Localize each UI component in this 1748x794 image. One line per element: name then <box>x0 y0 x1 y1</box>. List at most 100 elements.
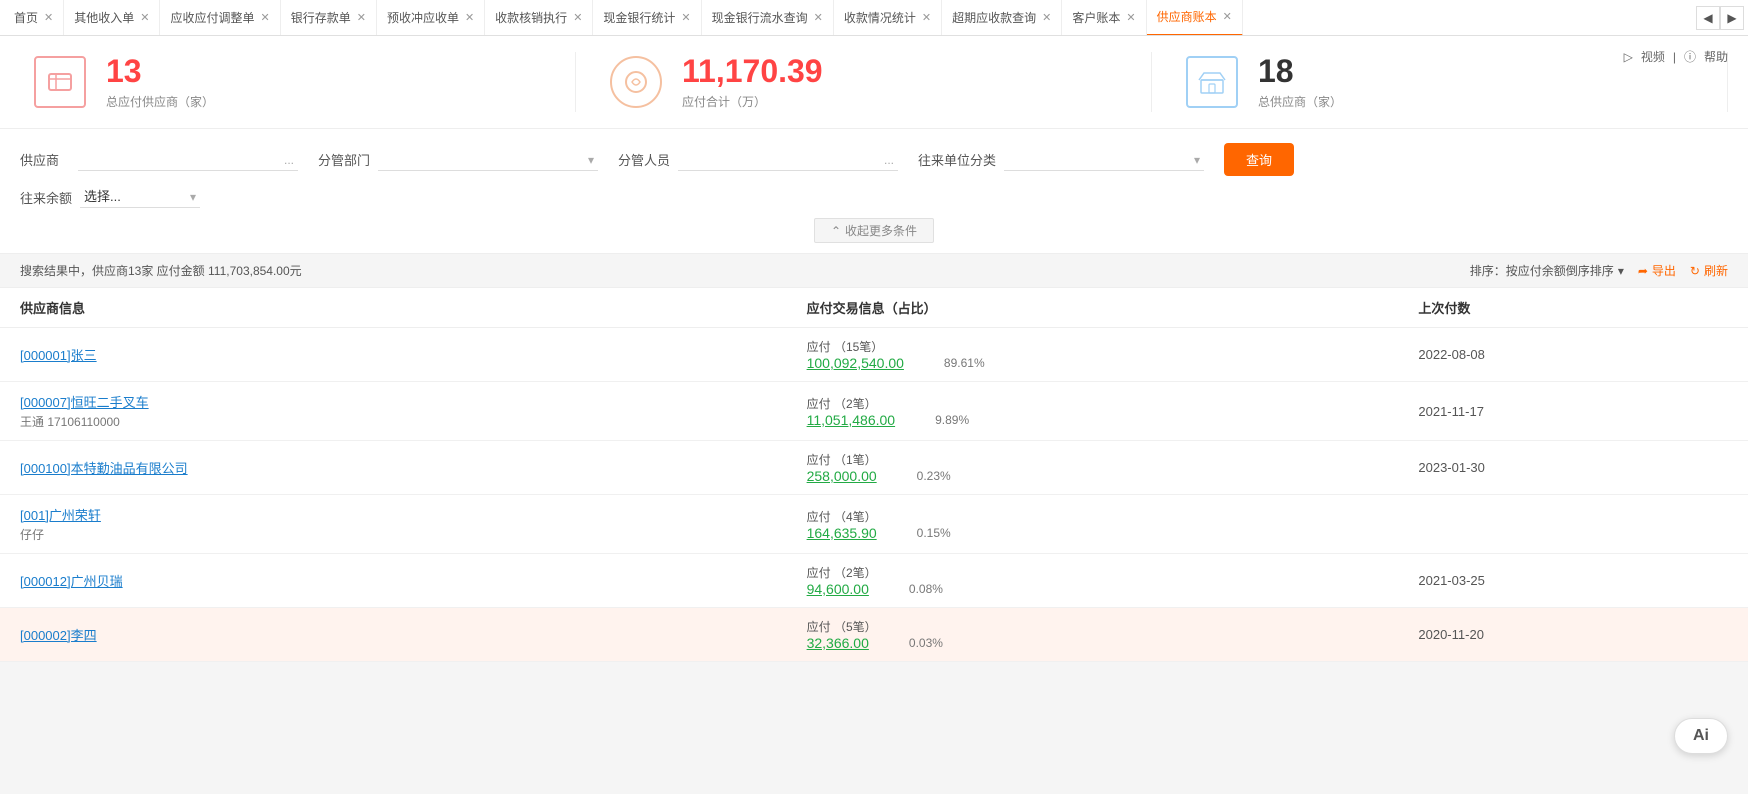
nav-tab-home-label: 首页 <box>14 9 38 26</box>
pct-1: 9.89% <box>915 413 969 427</box>
ai-button[interactable]: Ai <box>1674 718 1728 754</box>
refresh-label: 刷新 <box>1704 262 1728 279</box>
summary-icon-payable-suppliers <box>30 52 90 112</box>
nav-tab-customer-book-close[interactable]: ✕ <box>1126 11 1135 24</box>
supplier-link-5[interactable]: [000002]李四 <box>20 628 97 643</box>
balance-select[interactable]: 选择... <box>80 186 200 208</box>
nav-tab-customer-book[interactable]: 客户账本 ✕ <box>1062 0 1146 36</box>
supplier-cell-1: [000007]恒旺二手叉车王通 17106110000 <box>0 382 787 441</box>
supplier-input[interactable] <box>78 149 298 171</box>
nav-tab-home-close[interactable]: ✕ <box>44 11 53 24</box>
supplier-cell-0: [000001]张三 <box>0 328 787 382</box>
tx-cell-0: 应付 （15笔） 100,092,540.00 89.61% <box>787 328 1399 382</box>
tx-label-0: 应付 （15笔） <box>807 338 1379 355</box>
person-input-wrapper: ... <box>678 149 898 171</box>
lastpay-cell-5: 2020-11-20 <box>1398 608 1748 662</box>
supplier-link-3[interactable]: [001]广州荣轩 <box>20 508 101 523</box>
supplier-link-1[interactable]: [000007]恒旺二手叉车 <box>20 395 149 410</box>
amount-4[interactable]: 94,600.00 <box>807 581 869 597</box>
nav-tab-cash-bank-stat-close[interactable]: ✕ <box>681 11 690 24</box>
nav-tab-cash-bank-flow-label: 现金银行流水查询 <box>712 9 808 26</box>
nav-tab-supplier-book[interactable]: 供应商账本 ✕ <box>1147 0 1243 36</box>
collapse-button[interactable]: ⌃ 收起更多条件 <box>814 218 934 243</box>
nav-tab-bank-deposit-label: 银行存款单 <box>291 9 351 26</box>
filter-item-balance: 往来余额 选择... ▾ <box>20 186 200 208</box>
supplier-link-2[interactable]: [000100]本特勤油品有限公司 <box>20 461 188 476</box>
amount-3[interactable]: 164,635.90 <box>807 525 877 541</box>
nav-tab-ar-ap-adjust-close[interactable]: ✕ <box>260 11 269 24</box>
table-row: [000002]李四 应付 （5笔） 32,366.00 0.03% 2020-1… <box>0 608 1748 662</box>
nav-tab-bank-deposit[interactable]: 银行存款单 ✕ <box>281 0 377 36</box>
nav-tab-collect-verify[interactable]: 收款核销执行 ✕ <box>485 0 593 36</box>
amount-5[interactable]: 32,366.00 <box>807 635 869 651</box>
summary-text-payable-suppliers: 13 总应付供应商（家） <box>106 54 214 110</box>
summary-bar: 13 总应付供应商（家） 11,170.39 应付合计（万） <box>0 36 1748 129</box>
nav-tab-supplier-book-close[interactable]: ✕ <box>1223 10 1232 23</box>
filter-item-dept: 分管部门 ▾ <box>318 149 598 171</box>
nav-tab-other-income-label: 其他收入单 <box>74 9 134 26</box>
amount-1[interactable]: 11,051,486.00 <box>807 412 896 428</box>
pct-5: 0.03% <box>889 636 943 650</box>
pct-4: 0.08% <box>889 582 943 596</box>
nav-tab-cash-bank-stat[interactable]: 现金银行统计 ✕ <box>593 0 701 36</box>
balance-filter-label: 往来余额 <box>20 188 72 207</box>
person-input[interactable] <box>678 149 898 171</box>
th-tx-info: 应付交易信息（占比） <box>787 288 1399 328</box>
nav-next-button[interactable]: ▶ <box>1720 6 1744 30</box>
nav-tab-collect-verify-close[interactable]: ✕ <box>573 11 582 24</box>
table-row: [000100]本特勤油品有限公司应付 （1笔） 258,000.00 0.23… <box>0 441 1748 495</box>
tx-label-5: 应付 （5笔） <box>807 618 1379 635</box>
lastpay-date-5: 2020-11-20 <box>1418 627 1484 642</box>
person-dots-icon[interactable]: ... <box>884 153 894 167</box>
nav-tab-collect-stat[interactable]: 收款情况统计 ✕ <box>834 0 942 36</box>
query-button[interactable]: 查询 <box>1224 143 1294 176</box>
help-icon: ⓘ <box>1684 48 1696 65</box>
tx-label-4: 应付 （2笔） <box>807 564 1379 581</box>
help-link[interactable]: 帮助 <box>1704 48 1728 65</box>
amount-2[interactable]: 258,000.00 <box>807 468 877 484</box>
nav-prev-button[interactable]: ◀ <box>1696 6 1720 30</box>
total-suppliers-number: 18 <box>1258 54 1342 89</box>
tx-label-3: 应付 （4笔） <box>807 508 1379 525</box>
nav-tab-other-income[interactable]: 其他收入单 ✕ <box>64 0 160 36</box>
lastpay-cell-3 <box>1398 495 1748 554</box>
nav-tab-overdue-ar-close[interactable]: ✕ <box>1042 11 1051 24</box>
video-link[interactable]: 视频 <box>1641 48 1665 65</box>
nav-tab-overdue-ar[interactable]: 超期应收款查询 ✕ <box>942 0 1062 36</box>
table-container: 供应商信息 应付交易信息（占比） 上次付数 [000001]张三应付 （15笔）… <box>0 288 1748 662</box>
sort-button[interactable]: 排序：按应付余额倒序排序 ▾ <box>1470 262 1624 279</box>
payable-amount-number: 11,170.39 <box>682 54 823 89</box>
filter-item-supplier: 供应商 ... <box>20 149 298 171</box>
dept-input[interactable] <box>378 149 598 171</box>
nav-tab-collect-stat-close[interactable]: ✕ <box>922 11 931 24</box>
refresh-button[interactable]: ↻ 刷新 <box>1690 262 1728 279</box>
nav-tab-cash-bank-flow-close[interactable]: ✕ <box>814 11 823 24</box>
divider: | <box>1673 50 1676 64</box>
nav-tab-cash-bank-flow[interactable]: 现金银行流水查询 ✕ <box>702 0 834 36</box>
th-supplier-info: 供应商信息 <box>0 288 787 328</box>
supplier-dots-icon[interactable]: ... <box>284 153 294 167</box>
nav-tab-home[interactable]: 首页 ✕ <box>4 0 64 36</box>
nav-tab-pre-collect-close[interactable]: ✕ <box>465 11 474 24</box>
supplier-cell-2: [000100]本特勤油品有限公司 <box>0 441 787 495</box>
category-filter-label: 往来单位分类 <box>918 150 996 169</box>
nav-tab-bank-deposit-close[interactable]: ✕ <box>357 11 366 24</box>
nav-tab-ar-ap-adjust[interactable]: 应收应付调整单 ✕ <box>160 0 280 36</box>
pct-3: 0.15% <box>897 526 951 540</box>
export-button[interactable]: ➦ 导出 <box>1638 262 1676 279</box>
nav-tab-other-income-close[interactable]: ✕ <box>140 11 149 24</box>
supplier-link-0[interactable]: [000001]张三 <box>20 348 97 363</box>
nav-tab-collect-verify-label: 收款核销执行 <box>495 9 567 26</box>
summary-text-total-suppliers: 18 总供应商（家） <box>1258 54 1342 110</box>
pct-0: 89.61% <box>924 356 985 370</box>
table-row: [001]广州荣轩仔仔应付 （4笔） 164,635.90 0.15% <box>0 495 1748 554</box>
nav-tab-pre-collect[interactable]: 预收冲应收单 ✕ <box>377 0 485 36</box>
category-input[interactable] <box>1004 149 1204 171</box>
supplier-table: 供应商信息 应付交易信息（占比） 上次付数 [000001]张三应付 （15笔）… <box>0 288 1748 662</box>
supplier-link-4[interactable]: [000012]广州贝瑞 <box>20 574 123 589</box>
nav-tab-customer-book-label: 客户账本 <box>1072 9 1120 26</box>
amount-0[interactable]: 100,092,540.00 <box>807 355 904 371</box>
summary-icon-payable-amount <box>606 52 666 112</box>
lastpay-cell-4: 2021-03-25 <box>1398 554 1748 608</box>
lastpay-date-4: 2021-03-25 <box>1418 573 1485 588</box>
